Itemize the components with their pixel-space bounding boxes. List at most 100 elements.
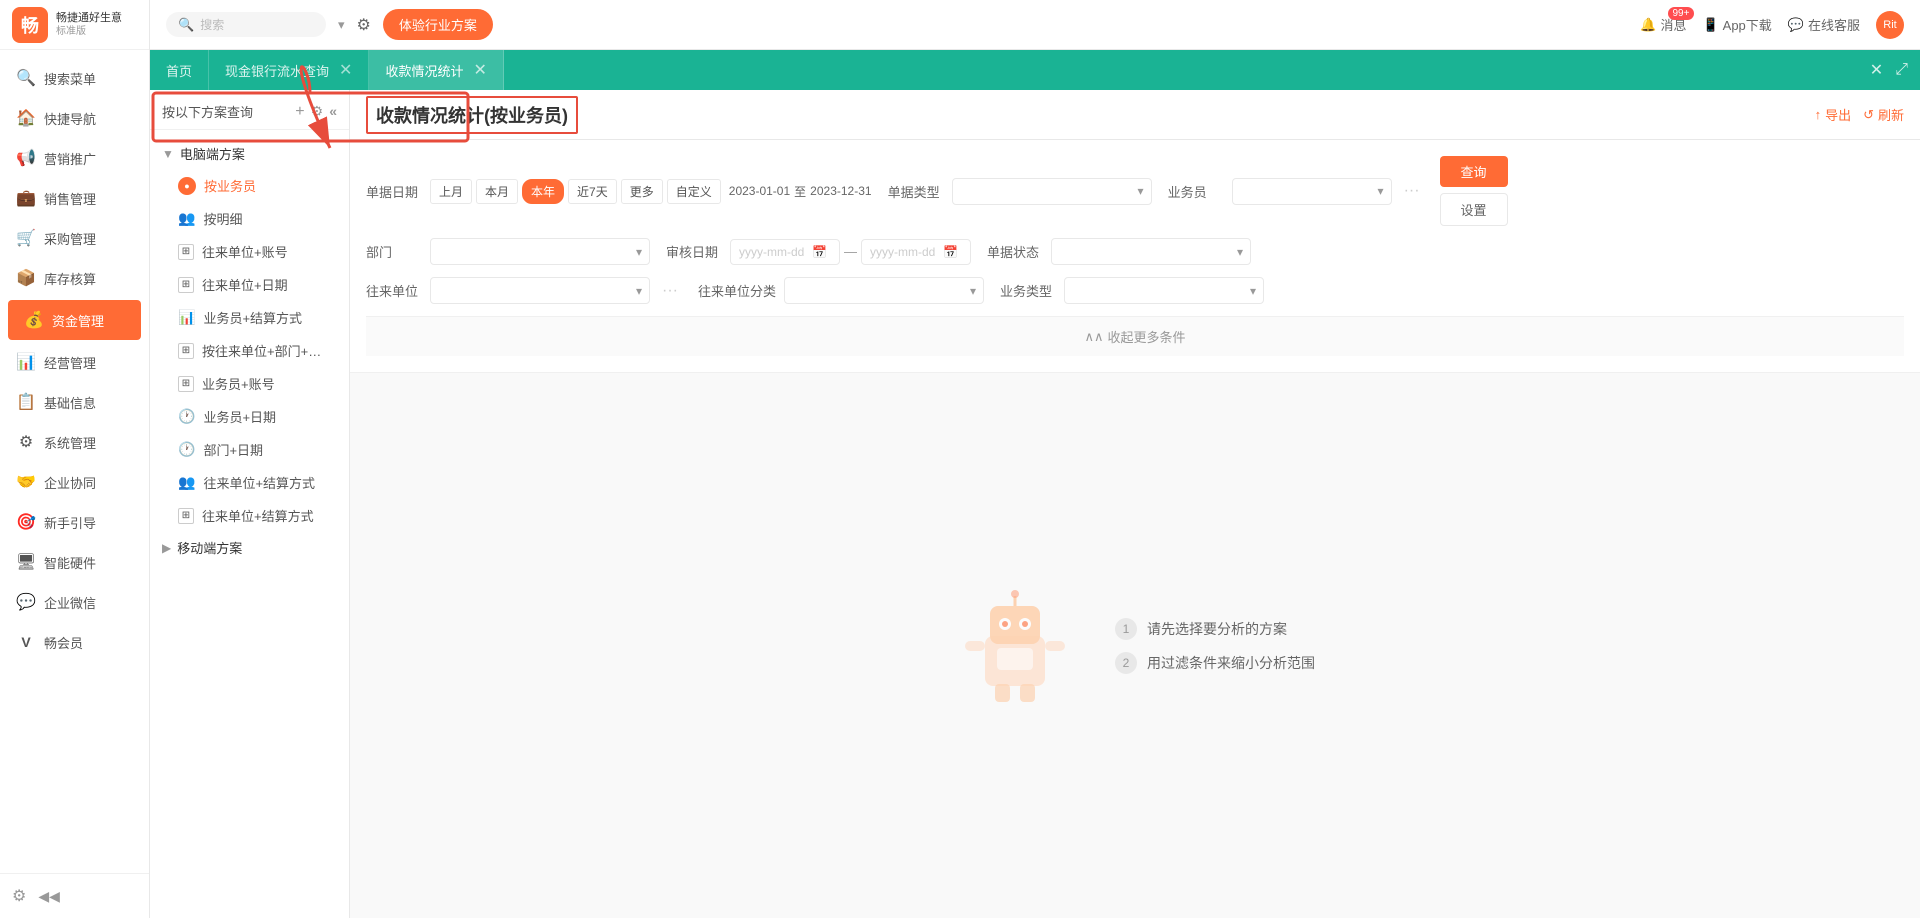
date-btn-this-month[interactable]: 本月 (476, 179, 518, 204)
type-select[interactable] (952, 178, 1152, 205)
online-service[interactable]: 💬 在线客服 (1788, 15, 1860, 34)
filter-type: 单据类型 (888, 178, 1152, 205)
filter-row-2: 部门 审核日期 yyyy-mm-dd 📅 (366, 238, 1904, 265)
salesperson-select[interactable] (1232, 178, 1392, 205)
filter-partner: 往来单位 ··· (366, 277, 682, 304)
sidebar-item-system[interactable]: ⚙ 系统管理 (0, 422, 149, 462)
sidebar-item-nav[interactable]: 🏠 快捷导航 (0, 98, 149, 138)
salesperson-select-wrapper (1232, 178, 1392, 205)
status-select[interactable] (1051, 238, 1251, 265)
tab-home[interactable]: 首页 (150, 50, 209, 90)
sidebar-item-inventory[interactable]: 📦 库存核算 (0, 258, 149, 298)
date-btn-last-month[interactable]: 上月 (430, 179, 472, 204)
bottom-settings-icon[interactable]: ⚙ (12, 886, 26, 906)
table-icon-2: ⊞ (178, 277, 194, 293)
sidebar-item-collab[interactable]: 🤝 企业协同 (0, 462, 149, 502)
table-icon-3: ⊞ (178, 343, 194, 359)
table-icon-1: ⊞ (178, 244, 194, 260)
sidebar-item-sales[interactable]: 💼 销售管理 (0, 178, 149, 218)
bar-icon: 📊 (178, 309, 195, 326)
tree-group-mobile-title[interactable]: ▶ 移动端方案 (150, 532, 349, 563)
refresh-btn[interactable]: ↺ 刷新 (1863, 105, 1904, 124)
tree-item-partner-date[interactable]: ⊞ 往来单位+日期 (150, 268, 349, 301)
panel-collapse-icon[interactable]: « (329, 103, 337, 121)
tree-item-salesperson[interactable]: ● 按业务员 (150, 169, 349, 202)
sidebar-item-hardware[interactable]: 🖥 智能硬件 (0, 542, 149, 582)
sidebar-item-search[interactable]: 🔍 搜索菜单 (0, 58, 149, 98)
solution-btn[interactable]: 体验行业方案 (383, 9, 493, 40)
notification-area[interactable]: 🔔 消息 99+ (1640, 15, 1686, 34)
tree-item-partner-settle2[interactable]: ⊞ 往来单位+结算方式 (150, 499, 349, 532)
tree-item-dept-date[interactable]: 🕐 部门+日期 (150, 433, 349, 466)
panel-add-icon[interactable]: + (295, 103, 304, 121)
partner-label: 往来单位 (366, 281, 422, 300)
left-panel-header: 按以下方案查询 + ⚙ « (150, 90, 349, 130)
sidebar-item-basic[interactable]: 📋 基础信息 (0, 382, 149, 422)
tree-item-salesperson-account[interactable]: ⊞ 业务员+账号 (150, 367, 349, 400)
dept-select[interactable] (430, 238, 650, 265)
date-label: 单据日期 (366, 182, 422, 201)
tab-expand-icon[interactable]: ⤢ (1895, 61, 1908, 79)
settings-btn[interactable]: 设置 (1440, 193, 1508, 226)
date-btn-this-year[interactable]: 本年 (522, 179, 564, 204)
page-header: 收款情况统计(按业务员) ↑ 导出 ↺ 刷新 (350, 90, 1920, 140)
guide-icon: 🎯 (16, 512, 36, 532)
collapse-bar[interactable]: ∧∧ 收起更多条件 (366, 316, 1904, 356)
sidebar-item-wechat[interactable]: 💬 企业微信 (0, 582, 149, 622)
sidebar-item-management[interactable]: 📊 经营管理 (0, 342, 149, 382)
biz-type-select[interactable] (1064, 277, 1264, 304)
people-icon: 👥 (178, 210, 195, 227)
page-title: 收款情况统计(按业务员) (366, 96, 578, 134)
sidebar-item-marketing[interactable]: 📢 营销推广 (0, 138, 149, 178)
tab-receipt[interactable]: 收款情况统计 ✕ (369, 50, 503, 90)
sidebar-item-purchase[interactable]: 🛒 采购管理 (0, 218, 149, 258)
tree-item-partner-settle1[interactable]: 👥 往来单位+结算方式 (150, 466, 349, 499)
query-btn[interactable]: 查询 (1440, 156, 1508, 187)
tree-item-partner-account[interactable]: ⊞ 往来单位+账号 (150, 235, 349, 268)
tree-item-salesperson-date[interactable]: 🕐 业务员+日期 (150, 400, 349, 433)
panel-settings-icon[interactable]: ⚙ (311, 103, 324, 121)
topbar-right: 🔔 消息 99+ 📱 App下载 💬 在线客服 Rit (1640, 11, 1904, 39)
topbar-search[interactable]: 🔍 搜索 (166, 12, 326, 37)
partner-select-wrapper (430, 277, 650, 304)
empty-state: 1 请先选择要分析的方案 2 用过滤条件来缩小分析范围 (350, 373, 1920, 918)
clock-icon-2: 🕐 (178, 441, 195, 458)
empty-robot-illustration (955, 586, 1075, 706)
tree-group-desktop-title[interactable]: ▼ 电脑端方案 (150, 138, 349, 169)
audit-date-range: yyyy-mm-dd 📅 — yyyy-mm-dd 📅 (730, 239, 971, 265)
topbar-dropdown-icon[interactable]: ▾ (338, 17, 345, 33)
user-avatar[interactable]: Rit (1876, 11, 1904, 39)
filter-dept: 部门 (366, 238, 650, 265)
clock-icon-1: 🕐 (178, 408, 195, 425)
page-actions: ↑ 导出 ↺ 刷新 (1815, 105, 1904, 124)
salesperson-more-icon[interactable]: ··· (1400, 182, 1424, 200)
tab-bank[interactable]: 现金银行流水查询 ✕ (209, 50, 369, 90)
left-panel: 按以下方案查询 + ⚙ « ▼ 电脑端方案 ● 按业务员 (150, 90, 350, 918)
date-btn-custom[interactable]: 自定义 (667, 179, 721, 204)
sidebar-item-guide[interactable]: 🎯 新手引导 (0, 502, 149, 542)
bottom-expand-icon[interactable]: ◀◀ (38, 888, 60, 905)
tab-receipt-close[interactable]: ✕ (473, 60, 486, 80)
sidebar-item-member[interactable]: V 畅会员 (0, 622, 149, 662)
sidebar-item-finance[interactable]: 💰 资金管理 (8, 300, 141, 340)
filter-date: 单据日期 上月 本月 本年 近7天 更多 自定义 2023-01-01 至 (366, 179, 872, 204)
audit-date-to[interactable]: yyyy-mm-dd 📅 (861, 239, 971, 265)
audit-date-from[interactable]: yyyy-mm-dd 📅 (730, 239, 840, 265)
topbar-settings-icon[interactable]: ⚙ (357, 15, 371, 35)
partner-select[interactable] (430, 277, 650, 304)
tab-close-all-icon[interactable]: ✕ (1870, 60, 1883, 80)
tree-item-partner-dept[interactable]: ⊞ 按往来单位+部门+收... (150, 334, 349, 367)
partner-category-select[interactable] (784, 277, 984, 304)
filter-row-3: 往来单位 ··· 往来单位分类 (366, 277, 1904, 304)
date-btn-7days[interactable]: 近7天 (568, 179, 617, 204)
date-btn-more[interactable]: 更多 (621, 179, 663, 204)
partner-more-icon[interactable]: ··· (658, 282, 682, 300)
tree-item-detail[interactable]: 👥 按明细 (150, 202, 349, 235)
panel-tree: ▼ 电脑端方案 ● 按业务员 👥 按明细 ⊞ 往来单位+账号 (150, 130, 349, 571)
export-btn[interactable]: ↑ 导出 (1815, 105, 1852, 124)
tree-item-salesperson-settle[interactable]: 📊 业务员+结算方式 (150, 301, 349, 334)
app-download[interactable]: 📱 App下载 (1702, 15, 1771, 34)
finance-icon: 💰 (24, 310, 44, 330)
table-icon-5: ⊞ (178, 508, 194, 524)
tab-bank-close[interactable]: ✕ (339, 60, 352, 80)
